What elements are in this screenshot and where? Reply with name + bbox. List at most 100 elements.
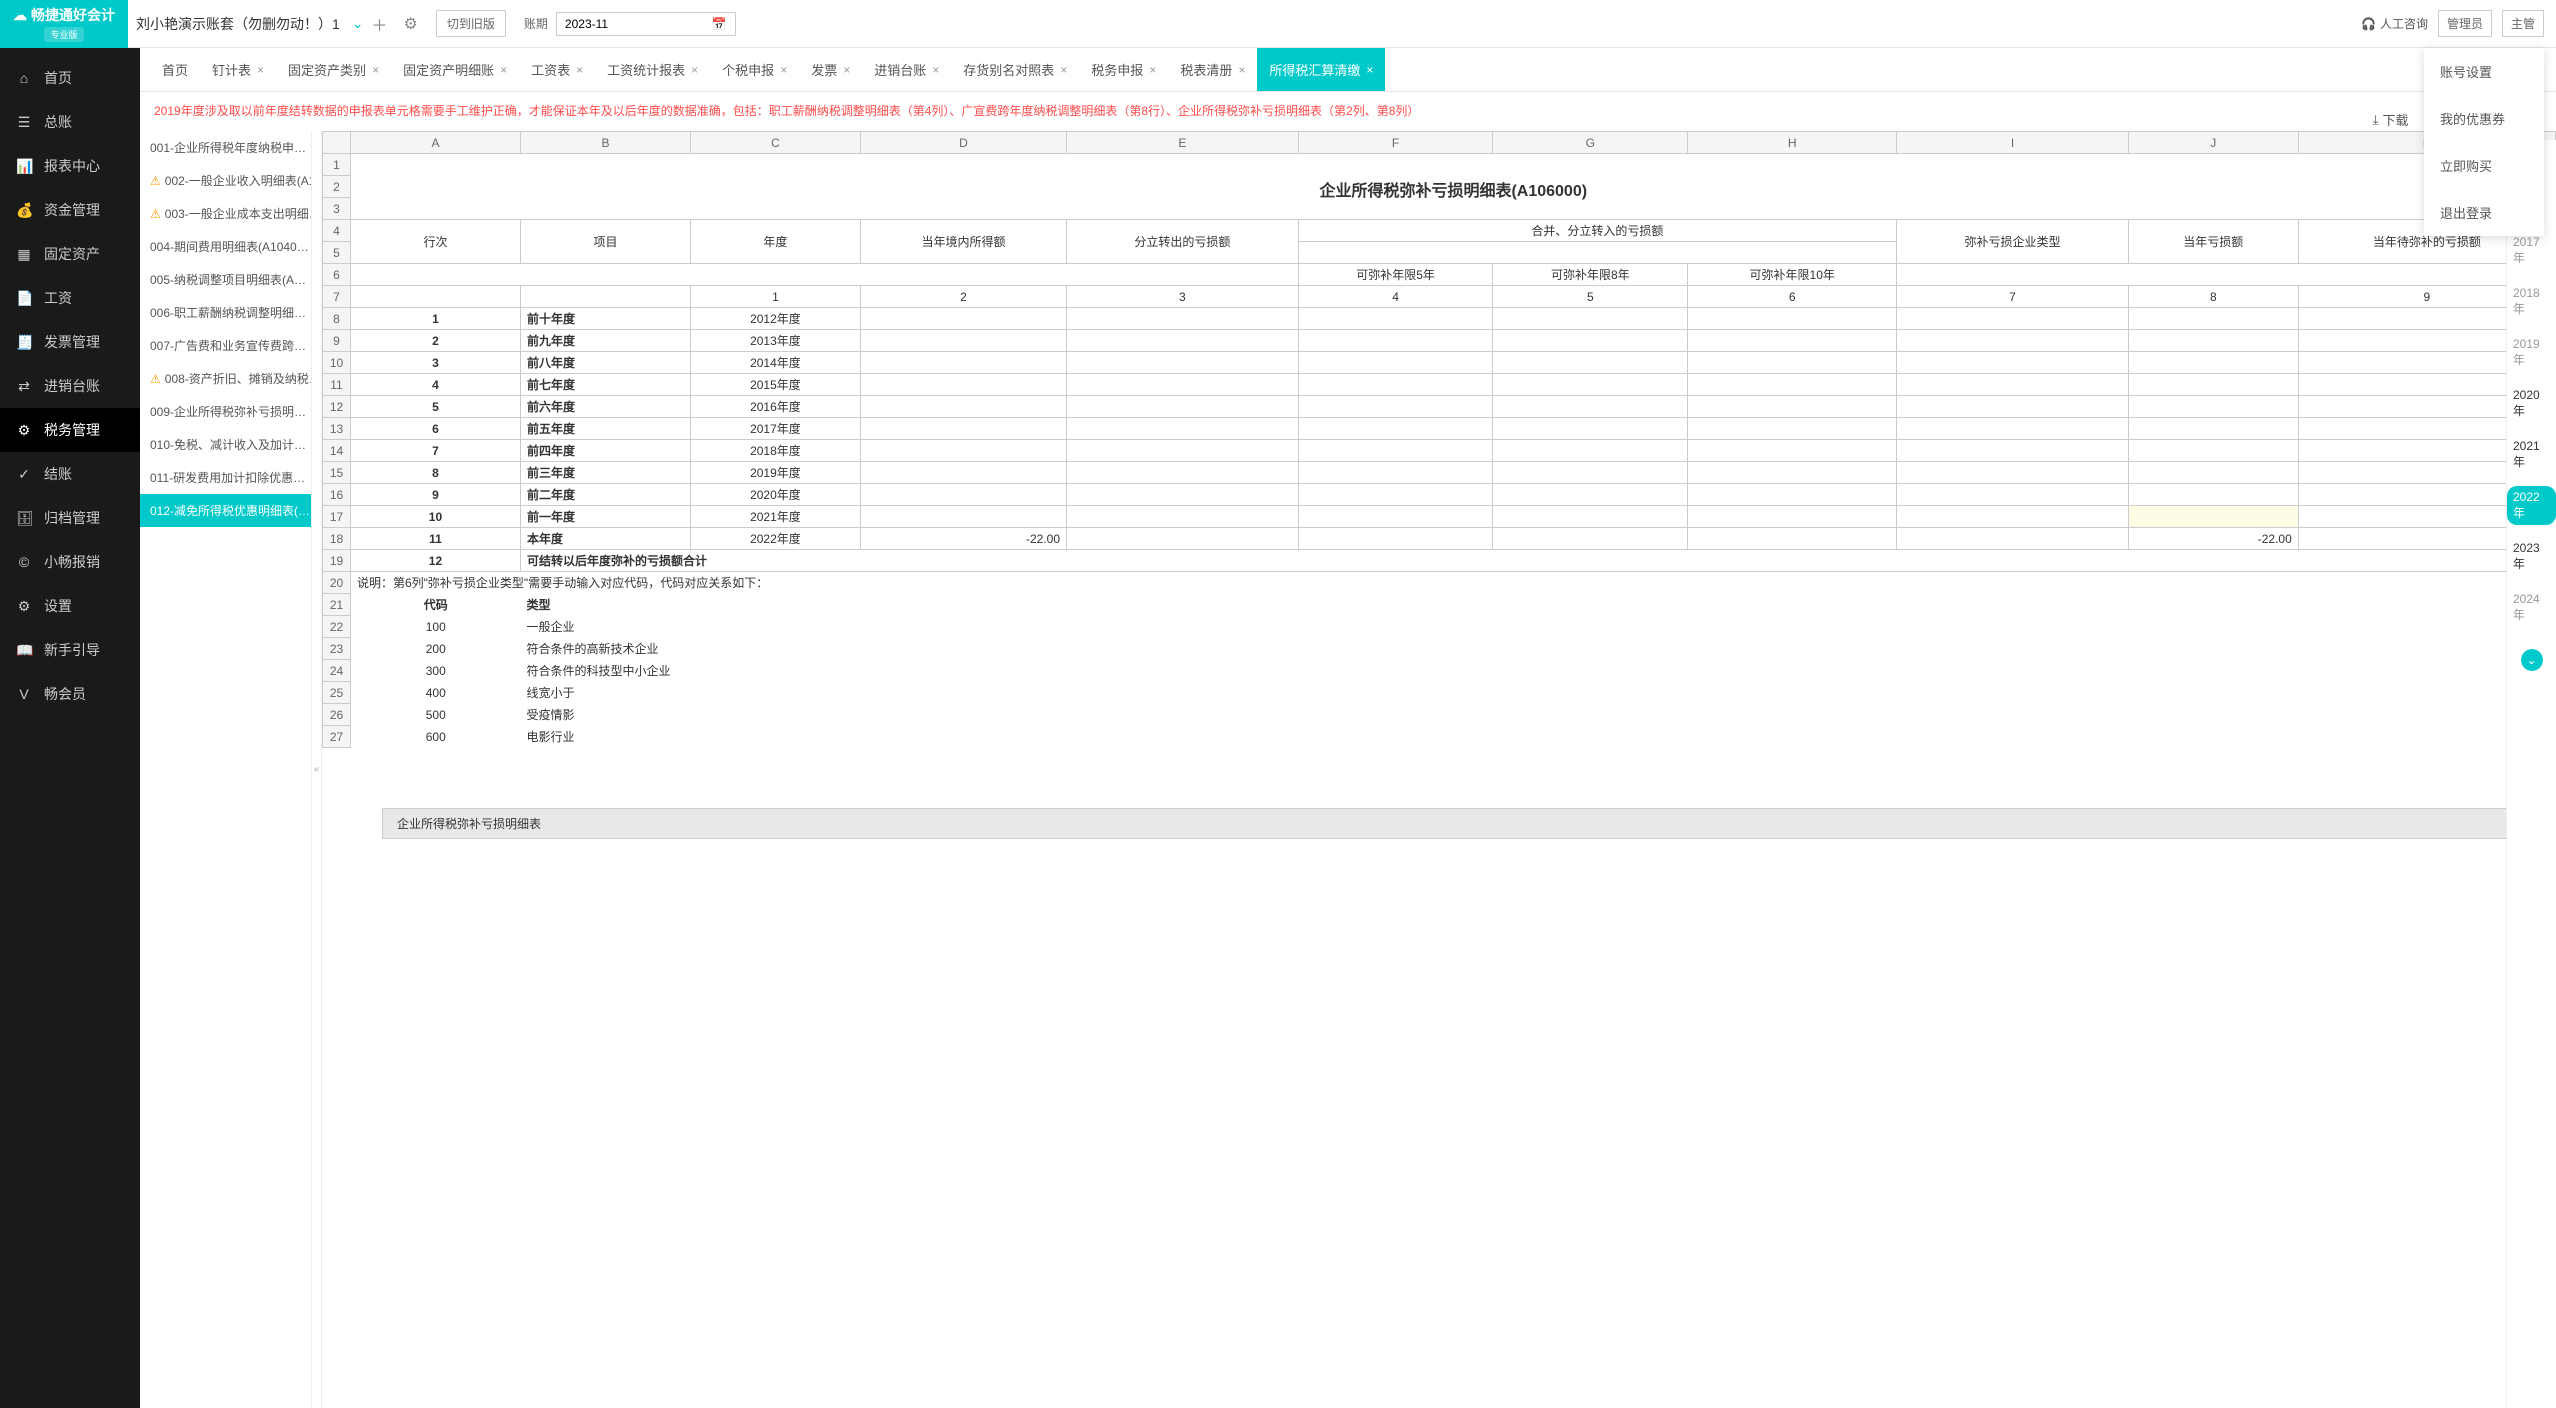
role-admin-button[interactable]: 管理员 (2438, 10, 2492, 37)
cell[interactable] (1688, 484, 1897, 506)
cell[interactable]: 2021年度 (690, 506, 860, 528)
cell[interactable] (1067, 308, 1299, 330)
cell[interactable] (860, 352, 1066, 374)
sidebar-item[interactable]: ✓结账 (0, 452, 140, 496)
form-list-item[interactable]: ⚠002-一般企业收入明细表(A1… (140, 164, 311, 197)
collapse-handle[interactable]: « (312, 131, 322, 1408)
cell[interactable] (1897, 374, 2129, 396)
form-list-item[interactable]: ⚠003-一般企业成本支出明细… (140, 197, 311, 230)
cell[interactable] (1067, 330, 1299, 352)
cell[interactable]: 8 (351, 462, 521, 484)
tab[interactable]: 固定资产类别× (276, 48, 391, 92)
cell[interactable] (860, 484, 1066, 506)
cell[interactable] (1067, 374, 1299, 396)
close-icon[interactable]: × (257, 63, 264, 77)
cell[interactable]: 2017年度 (690, 418, 860, 440)
cell[interactable]: 2015年度 (690, 374, 860, 396)
cell[interactable] (1688, 462, 1897, 484)
cell[interactable] (1298, 462, 1493, 484)
cell[interactable] (860, 308, 1066, 330)
cell[interactable]: 前六年度 (520, 396, 690, 418)
cell[interactable] (860, 374, 1066, 396)
sidebar-item[interactable]: 💰资金管理 (0, 188, 140, 232)
sidebar-item[interactable]: 📖新手引导 (0, 628, 140, 672)
cell[interactable]: 2016年度 (690, 396, 860, 418)
form-list-item[interactable]: 012-减免所得税优惠明细表(… (140, 494, 311, 527)
cell[interactable] (860, 440, 1066, 462)
cell[interactable]: 2019年度 (690, 462, 860, 484)
dropdown-item[interactable]: 账号设置 (2424, 48, 2544, 95)
cell[interactable] (1688, 308, 1897, 330)
tab[interactable]: 工资表× (519, 48, 595, 92)
cell[interactable] (1493, 330, 1688, 352)
tab[interactable]: 税务申报× (1079, 48, 1168, 92)
dropdown-item[interactable]: 我的优惠券 (2424, 95, 2544, 142)
tab[interactable]: 税表清册× (1168, 48, 1257, 92)
tab[interactable]: 固定资产明细账× (391, 48, 519, 92)
form-list-item[interactable]: 004-期间费用明细表(A1040… (140, 230, 311, 263)
cell[interactable] (1897, 418, 2129, 440)
close-icon[interactable]: × (576, 63, 583, 77)
cell[interactable] (860, 330, 1066, 352)
cell[interactable] (1897, 506, 2129, 528)
tab[interactable]: 个税申报× (710, 48, 799, 92)
cell[interactable]: 前九年度 (520, 330, 690, 352)
cell[interactable]: 2022年度 (690, 528, 860, 550)
cell[interactable] (1493, 374, 1688, 396)
cell[interactable]: 5 (351, 396, 521, 418)
cell[interactable]: 前四年度 (520, 440, 690, 462)
cell[interactable] (1067, 352, 1299, 374)
cell[interactable]: 本年度 (520, 528, 690, 550)
consult-button[interactable]: 🎧 人工咨询 (2361, 15, 2428, 32)
close-icon[interactable]: × (500, 63, 507, 77)
cell[interactable] (1897, 462, 2129, 484)
cell[interactable] (1688, 418, 1897, 440)
cell[interactable]: 2014年度 (690, 352, 860, 374)
tab[interactable]: 发票× (799, 48, 862, 92)
cell[interactable]: 1 (351, 308, 521, 330)
cell[interactable]: -22.00 (2128, 528, 2298, 550)
cell[interactable] (1067, 462, 1299, 484)
cell[interactable]: 可结转以后年度弥补的亏损额合计 (520, 550, 2555, 572)
dropdown-item[interactable]: 退出登录 (2424, 189, 2544, 236)
sidebar-item[interactable]: ⌂首页 (0, 56, 140, 100)
sidebar-item[interactable]: V畅会员 (0, 672, 140, 716)
cell[interactable] (860, 418, 1066, 440)
year-expand-button[interactable]: ⌄ (2521, 649, 2543, 671)
cell[interactable] (1067, 418, 1299, 440)
cell[interactable] (1067, 484, 1299, 506)
cell[interactable] (1298, 440, 1493, 462)
switch-old-button[interactable]: 切到旧版 (436, 10, 506, 37)
calendar-icon[interactable]: 📅 (712, 17, 727, 31)
close-icon[interactable]: × (1238, 63, 1245, 77)
cell[interactable] (1298, 418, 1493, 440)
close-icon[interactable]: × (843, 63, 850, 77)
year-item[interactable]: 2018年 (2507, 282, 2556, 321)
cell[interactable]: 前八年度 (520, 352, 690, 374)
cell[interactable] (2128, 484, 2298, 506)
tab[interactable]: 所得税汇算清缴× (1257, 48, 1385, 92)
cell[interactable] (2128, 462, 2298, 484)
cell[interactable] (2128, 352, 2298, 374)
tab[interactable]: 进销台账× (862, 48, 951, 92)
sidebar-item[interactable]: ▦固定资产 (0, 232, 140, 276)
cell[interactable] (1688, 330, 1897, 352)
plus-icon[interactable]: ＋ (372, 12, 388, 36)
year-item[interactable]: 2024年 (2507, 588, 2556, 627)
close-icon[interactable]: × (1149, 63, 1156, 77)
cell[interactable] (1493, 528, 1688, 550)
close-icon[interactable]: × (780, 63, 787, 77)
dropdown-item[interactable]: 立即购买 (2424, 142, 2544, 189)
form-list-item[interactable]: ⚠008-资产折旧、摊销及纳税… (140, 362, 311, 395)
cell[interactable] (1298, 396, 1493, 418)
sheet-tab[interactable]: 企业所得税弥补亏损明细表 (382, 808, 2556, 839)
cell[interactable] (860, 506, 1066, 528)
cell[interactable] (1688, 440, 1897, 462)
sidebar-item[interactable]: 🗄归档管理 (0, 496, 140, 540)
form-list-item[interactable]: 005-纳税调整项目明细表(A… (140, 263, 311, 296)
year-item[interactable]: 2020年 (2507, 384, 2556, 423)
cell[interactable]: 3 (351, 352, 521, 374)
cell[interactable] (1298, 308, 1493, 330)
cell[interactable] (2128, 374, 2298, 396)
cell[interactable]: 12 (351, 550, 521, 572)
